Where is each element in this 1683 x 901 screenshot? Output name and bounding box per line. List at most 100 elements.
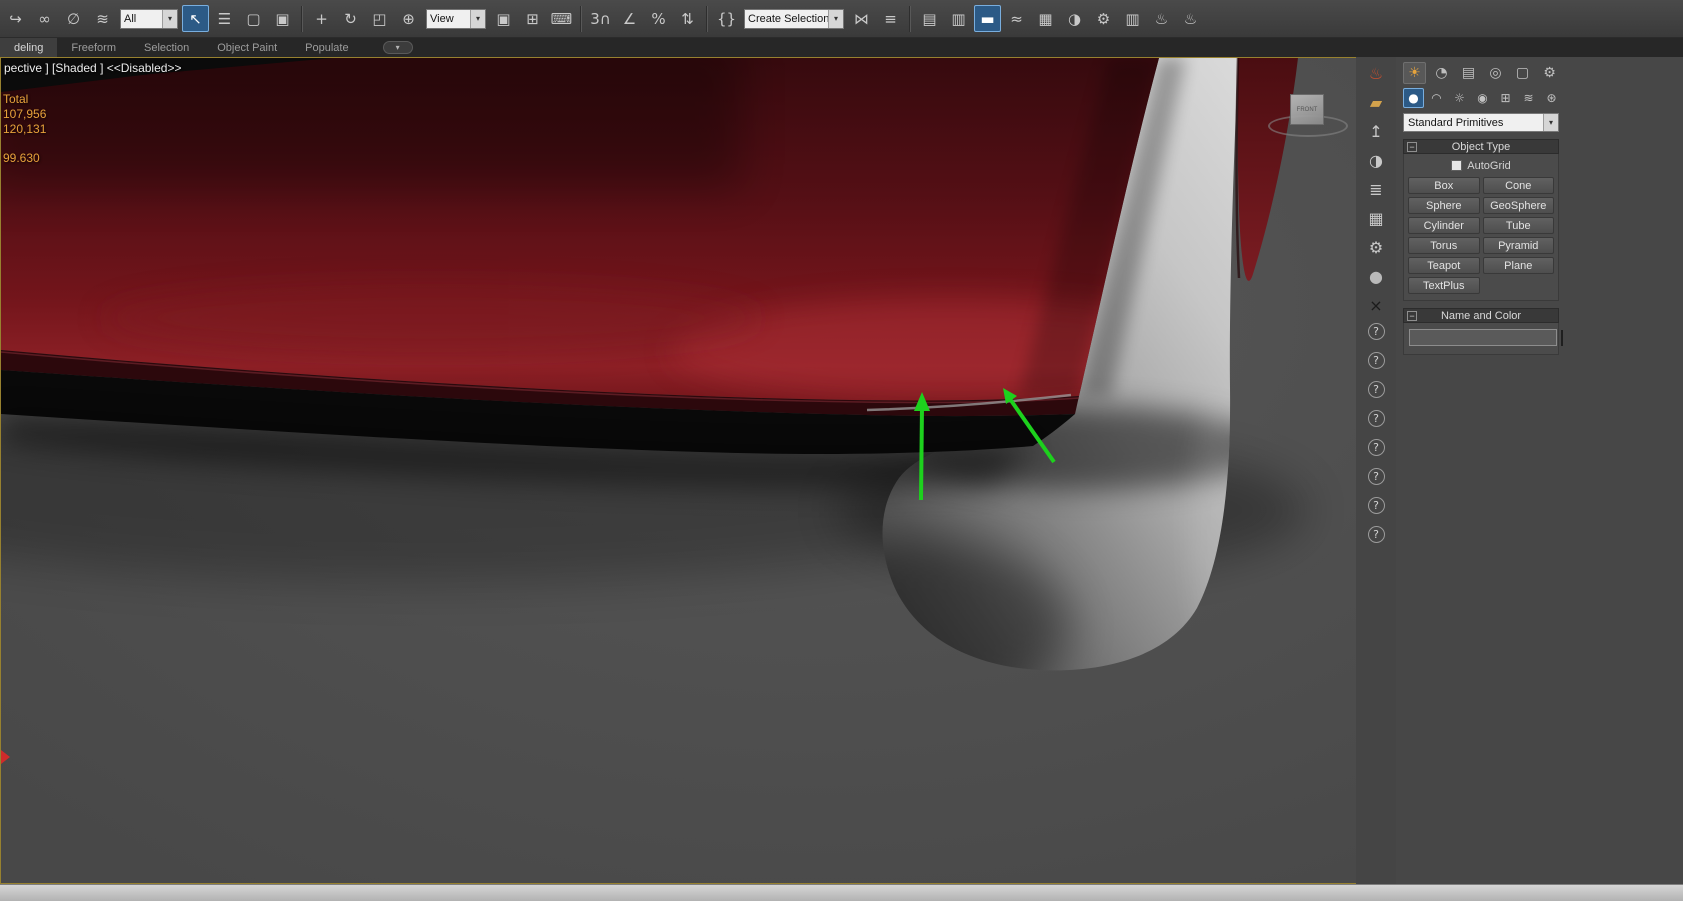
render-production-icon[interactable]: ♨ [1148,5,1175,32]
create-tab[interactable]: ☀ [1403,62,1426,84]
ribbon-tabs: deling Freeform Selection Object Paint Popul… [0,38,363,57]
material-editor-icon[interactable]: ◑ [1061,5,1088,32]
object-type-button-teapot[interactable]: Teapot [1408,257,1480,274]
help-icon[interactable]: ? [1363,468,1389,485]
toggle-ribbon-icon[interactable]: ▬ [974,5,1001,32]
help-icon[interactable]: ? [1363,323,1389,340]
object-type-button-torus[interactable]: Torus [1408,237,1480,254]
object-type-button-plane[interactable]: Plane [1482,257,1554,274]
object-type-button-box[interactable]: Box [1408,177,1480,194]
collapse-icon: − [1407,142,1417,152]
help-icon[interactable]: ? [1363,526,1389,543]
rendered-frame-window-icon[interactable]: ▥ [1119,5,1146,32]
display-tab[interactable]: ▢ [1511,62,1534,84]
geometry-category[interactable]: ● [1403,88,1424,108]
render-flyout-icon[interactable]: ♨ [1177,5,1204,32]
ribbon-tab-selection[interactable]: Selection [130,38,203,57]
subcategory-dropdown[interactable]: Standard Primitives ▾ [1403,113,1559,132]
object-type-rollout-header[interactable]: − Object Type [1403,139,1559,154]
curve-editor-icon[interactable]: ≈ [1003,5,1030,32]
named-selection-sets-dropdown[interactable]: Create Selection Se▾ [744,8,844,29]
ribbon-tab-object-paint[interactable]: Object Paint [203,38,291,57]
hierarchy-tab[interactable]: ▤ [1457,62,1480,84]
question-mark-icon: ? [1367,381,1385,398]
object-type-button-pyramid[interactable]: Pyramid [1482,237,1554,254]
autogrid-checkbox[interactable] [1451,160,1463,171]
transform-icon[interactable]: ↥ [1363,120,1389,143]
select-by-name-icon[interactable]: ☰ [211,5,238,32]
sphere-icon[interactable]: ● [1363,265,1389,288]
ribbon-tab-populate[interactable]: Populate [291,38,362,57]
help-icon[interactable]: ? [1363,352,1389,369]
systems-category[interactable]: ⊛ [1541,88,1562,108]
object-type-button-geosphere[interactable]: GeoSphere [1482,197,1554,214]
help-icon[interactable]: ? [1363,410,1389,427]
keyboard-shortcut-override-icon[interactable]: ⌨ [548,5,575,32]
help-icon[interactable]: ? [1363,439,1389,456]
render-setup-icon[interactable]: ⚙ [1090,5,1117,32]
spinner-snap-icon[interactable]: ⇅ [674,5,701,32]
rectangular-selection-region-icon[interactable]: ▢ [240,5,267,32]
redo-icon[interactable]: ↪ [2,5,29,32]
close-icon[interactable]: × [1363,294,1389,317]
select-and-rotate-icon[interactable]: ↻ [337,5,364,32]
name-color-rollout-header[interactable]: − Name and Color [1403,308,1559,323]
folder-icon[interactable]: ▰ [1363,91,1389,114]
gear-icon[interactable]: ⚙ [1363,236,1389,259]
snaps-toggle-icon[interactable]: 3∩ [587,5,614,32]
object-name-input[interactable] [1409,329,1557,346]
dope-sheet-icon[interactable]: ▦ [1032,5,1059,32]
helper-label: FRONT [1296,106,1318,113]
utilities-tab[interactable]: ⚙ [1538,62,1561,84]
bricks-icon[interactable]: ▦ [1363,207,1389,230]
checker-sphere-icon[interactable]: ◑ [1363,149,1389,172]
reference-coordinate-dropdown[interactable]: View ▾ [426,8,486,29]
object-type-button-sphere[interactable]: Sphere [1408,197,1480,214]
mirror-icon[interactable]: ⋈ [848,5,875,32]
select-and-link-icon[interactable]: ∞ [31,5,58,32]
motion-tab[interactable]: ◎ [1484,62,1507,84]
teapot-icon[interactable]: ♨ [1363,62,1389,85]
shapes-category[interactable]: ◠ [1426,88,1447,108]
object-type-button-textplus[interactable]: TextPlus [1408,277,1480,294]
select-and-move-icon[interactable]: + [308,5,335,32]
spacewarps-category[interactable]: ≋ [1518,88,1539,108]
ribbon-overflow-button[interactable]: ▾ [382,41,413,54]
helper-box: FRONT [1290,94,1324,125]
unlink-selection-icon[interactable]: ∅ [60,5,87,32]
cameras-category[interactable]: ◉ [1472,88,1493,108]
bind-to-space-warp-icon[interactable]: ≋ [89,5,116,32]
stat-line: 120,131 [3,122,47,136]
lights-category[interactable]: ☼ [1449,88,1470,108]
perspective-viewport[interactable]: pective ] [Shaded ] <<Disabled>> Total 10… [0,57,1357,884]
helpers-category[interactable]: ⊞ [1495,88,1516,108]
selection-filter-dropdown[interactable]: All ▾ [120,8,178,29]
time-slider-track[interactable] [0,884,1683,901]
select-and-scale-icon[interactable]: ◰ [366,5,393,32]
select-and-manipulate-icon[interactable]: ⊞ [519,5,546,32]
question-mark-icon: ? [1367,526,1385,543]
angle-snap-icon[interactable]: ∠ [616,5,643,32]
edit-named-selection-sets-icon[interactable]: {} [713,5,740,32]
object-type-button-cylinder[interactable]: Cylinder [1408,217,1480,234]
object-color-swatch[interactable] [1561,329,1563,346]
window-crossing-selection-icon[interactable]: ▣ [269,5,296,32]
align-icon[interactable]: ≡ [877,5,904,32]
question-mark-icon: ? [1367,352,1385,369]
ribbon-tab-freeform[interactable]: Freeform [57,38,130,57]
percent-snap-icon[interactable]: % [645,5,672,32]
question-mark-icon: ? [1367,468,1385,485]
object-type-button-tube[interactable]: Tube [1482,217,1554,234]
help-icon[interactable]: ? [1363,381,1389,398]
help-icon[interactable]: ? [1363,497,1389,514]
use-pivot-point-center-icon[interactable]: ▣ [490,5,517,32]
layers-icon[interactable]: ≣ [1363,178,1389,201]
viewport-label[interactable]: pective ] [Shaded ] <<Disabled>> [4,61,181,75]
object-type-button-cone[interactable]: Cone [1482,177,1554,194]
select-and-place-icon[interactable]: ⊕ [395,5,422,32]
modify-tab[interactable]: ◔ [1430,62,1453,84]
ribbon-tab-deling[interactable]: deling [0,38,58,57]
toggle-layer-explorer-icon[interactable]: ▥ [945,5,972,32]
toggle-scene-explorer-icon[interactable]: ▤ [916,5,943,32]
select-object-icon[interactable]: ↖ [182,5,209,32]
